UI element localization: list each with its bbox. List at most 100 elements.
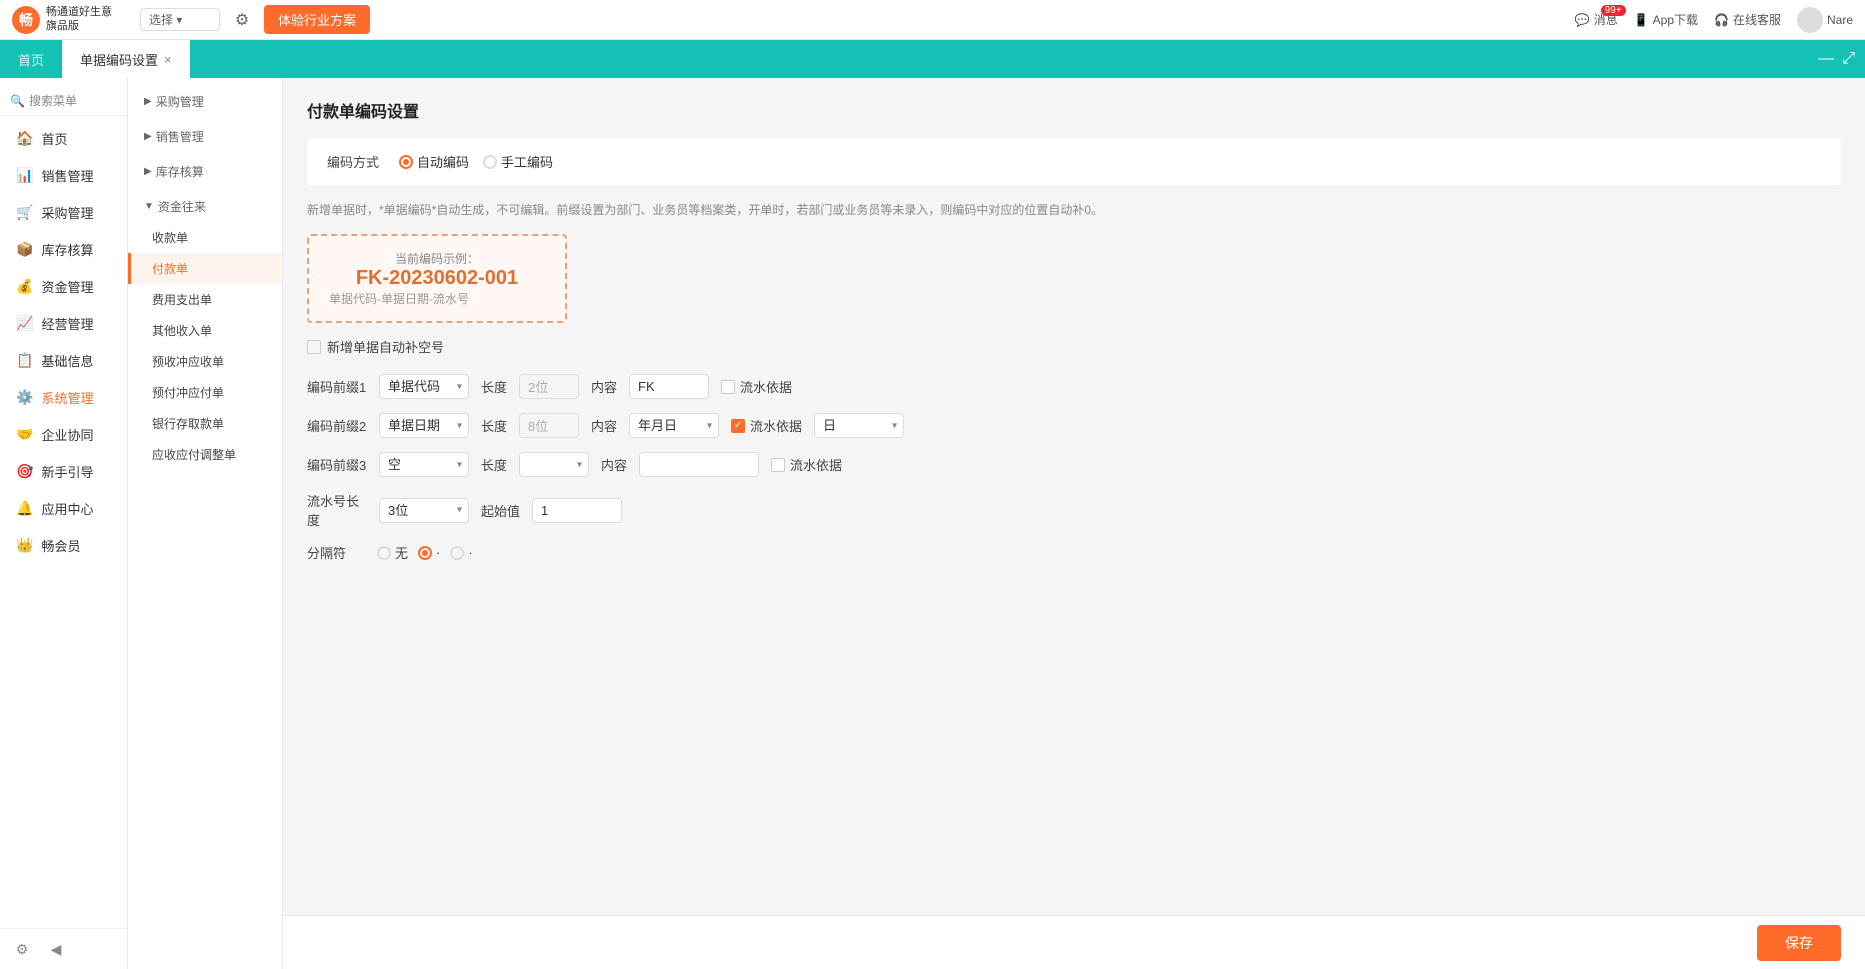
sidebar-item-guide[interactable]: 🎯 新手引导 — [0, 453, 127, 490]
sub-leaf-pre-payable[interactable]: 预付冲应付单 — [128, 377, 282, 408]
gear-icon[interactable]: ⚙ — [228, 6, 256, 34]
tab-settings[interactable]: 单据编码设置 × — [62, 40, 190, 78]
nav-tabs-actions: — ⤢ — [1818, 50, 1865, 68]
sub-group-sales[interactable]: ▶ 销售管理 — [128, 121, 282, 152]
serial-length-select-wrap: 3位 — [379, 498, 469, 523]
prefix3-label: 编码前缀3 — [307, 455, 367, 474]
message-item[interactable]: 💬 消息 99+ — [1575, 11, 1618, 28]
serial-length-select[interactable]: 3位 — [379, 498, 469, 523]
arrow-purchase: ▶ — [144, 96, 152, 107]
save-button[interactable]: 保存 — [1757, 925, 1841, 961]
preview-label: 当前编码示例： — [329, 250, 545, 267]
serial3-checkbox-box — [771, 458, 785, 472]
sidebar: 🔍 搜索菜单 🏠 首页 📊 销售管理 🛒 采购管理 📦 库存核算 💰 资金管理 … — [0, 78, 128, 969]
content2-label: 内容 — [591, 416, 617, 435]
sep-dot-dot — [418, 546, 432, 560]
sidebar-item-basic-info[interactable]: 📋 基础信息 — [0, 342, 127, 379]
sidebar-item-inventory[interactable]: 📦 库存核算 — [0, 231, 127, 268]
sidebar-item-purchase[interactable]: 🛒 采购管理 — [0, 194, 127, 231]
app-center-icon: 🔔 — [16, 500, 33, 517]
prefix2-select[interactable]: 单据日期 — [379, 413, 469, 438]
serial-length-label: 流水号长度 — [307, 491, 367, 529]
content2-select[interactable]: 年月日 — [629, 413, 719, 438]
auto-fill-checkbox[interactable] — [307, 340, 321, 354]
serial2-checkbox[interactable]: ✓ 流水依据 — [731, 416, 802, 435]
sidebar-item-home[interactable]: 🏠 首页 — [0, 120, 127, 157]
sub-group-purchase[interactable]: ▶ 采购管理 — [128, 86, 282, 117]
message-badge: 99+ — [1601, 5, 1626, 16]
prefix3-select-wrap: 空 — [379, 452, 469, 477]
prefix1-select[interactable]: 单据代码 — [379, 374, 469, 399]
sub-group-inventory[interactable]: ▶ 库存核算 — [128, 156, 282, 187]
sidebar-item-app-center[interactable]: 🔔 应用中心 — [0, 490, 127, 527]
sub-leaf-pre-receivable[interactable]: 预收冲应收单 — [128, 346, 282, 377]
coding-mode-row: 编码方式 自动编码 手工编码 — [327, 152, 1821, 171]
serial-length-row: 流水号长度 3位 起始值 — [307, 491, 1841, 529]
auto-code-dot — [399, 155, 413, 169]
length1-input[interactable] — [519, 374, 579, 399]
prefix1-select-wrap: 单据代码 — [379, 374, 469, 399]
trial-button[interactable]: 体验行业方案 — [264, 5, 370, 34]
sub-leaf-bank[interactable]: 银行存取款单 — [128, 408, 282, 439]
page-title: 付款单编码设置 — [307, 98, 1841, 122]
sep-dot-radio[interactable]: · — [418, 545, 440, 560]
online-service-item[interactable]: 🎧 在线客服 — [1714, 11, 1781, 28]
sep-dash-radio[interactable]: · — [450, 545, 472, 560]
tab-home[interactable]: 首页 — [0, 40, 62, 78]
length3-select[interactable] — [519, 452, 589, 477]
length3-label: 长度 — [481, 455, 507, 474]
serial1-checkbox-box — [721, 380, 735, 394]
user-item[interactable]: Nare — [1797, 7, 1853, 33]
preview-box: 当前编码示例： FK-20230602-001 单据代码-单据日期-流水号 — [307, 234, 567, 323]
sidebar-item-member[interactable]: 👑 畅会员 — [0, 527, 127, 564]
sidebar-item-finance[interactable]: 💰 资金管理 — [0, 268, 127, 305]
preview-desc: 单据代码-单据日期-流水号 — [329, 292, 469, 306]
avatar — [1797, 7, 1823, 33]
sidebar-item-system[interactable]: ⚙️ 系统管理 — [0, 379, 127, 416]
member-icon: 👑 — [16, 537, 33, 554]
sub-leaf-expense[interactable]: 费用支出单 — [128, 284, 282, 315]
tab-close-icon[interactable]: × — [164, 52, 172, 67]
service-icon: 🎧 — [1714, 13, 1729, 27]
prefix2-select-wrap: 单据日期 — [379, 413, 469, 438]
enterprise-icon: 🤝 — [16, 426, 33, 443]
topbar-dropdown[interactable]: 选择 ▾ — [140, 8, 220, 31]
content-area: 付款单编码设置 编码方式 自动编码 手工编码 新增单据时，*单据编码*自动生成， — [283, 78, 1865, 969]
manual-code-radio[interactable]: 手工编码 — [483, 152, 553, 171]
manual-code-dot — [483, 155, 497, 169]
sub-leaf-adjustment[interactable]: 应收应付调整单 — [128, 439, 282, 470]
prefix3-select[interactable]: 空 — [379, 452, 469, 477]
sub-leaf-receipt[interactable]: 收款单 — [128, 222, 282, 253]
serial2-period-select[interactable]: 日 — [814, 413, 904, 438]
sub-leaf-payment[interactable]: 付款单 — [128, 253, 282, 284]
auto-code-radio[interactable]: 自动编码 — [399, 152, 469, 171]
sub-section-purchase: ▶ 采购管理 — [128, 86, 282, 117]
app-icon: 📱 — [1634, 13, 1649, 27]
sidebar-item-operations[interactable]: 📈 经营管理 — [0, 305, 127, 342]
prefix3-row: 编码前缀3 空 长度 内容 流水依据 — [307, 452, 1841, 477]
window-maximize-icon[interactable]: ⤢ — [1842, 50, 1855, 68]
sidebar-collapse-icon[interactable]: ◀ — [44, 937, 68, 961]
sidebar-item-enterprise[interactable]: 🤝 企业协同 — [0, 416, 127, 453]
separator-row: 分隔符 无 · · — [307, 543, 1841, 562]
sub-leaf-other-income[interactable]: 其他收入单 — [128, 315, 282, 346]
sidebar-item-sales[interactable]: 📊 销售管理 — [0, 157, 127, 194]
sub-group-finance[interactable]: ▼ 资金往来 — [128, 191, 282, 222]
finance-icon: 💰 — [16, 278, 33, 295]
window-minimize-icon[interactable]: — — [1818, 50, 1834, 68]
length2-input[interactable] — [519, 413, 579, 438]
topbar-center: 选择 ▾ ⚙ 体验行业方案 — [140, 5, 1567, 34]
serial3-checkbox[interactable]: 流水依据 — [771, 455, 842, 474]
sidebar-settings-icon[interactable]: ⚙ — [10, 937, 34, 961]
arrow-finance: ▼ — [144, 201, 154, 212]
content3-input[interactable] — [639, 452, 759, 477]
start-value-label: 起始值 — [481, 501, 520, 520]
app-download-item[interactable]: 📱 App下载 — [1634, 11, 1698, 28]
serial1-checkbox[interactable]: 流水依据 — [721, 377, 792, 396]
search-icon: 🔍 — [10, 94, 25, 108]
sidebar-search[interactable]: 🔍 搜索菜单 — [0, 86, 127, 116]
sep-none-radio[interactable]: 无 — [377, 543, 408, 562]
start-value-input[interactable] — [532, 498, 622, 523]
sep-dash-dot — [450, 546, 464, 560]
content1-input[interactable] — [629, 374, 709, 399]
